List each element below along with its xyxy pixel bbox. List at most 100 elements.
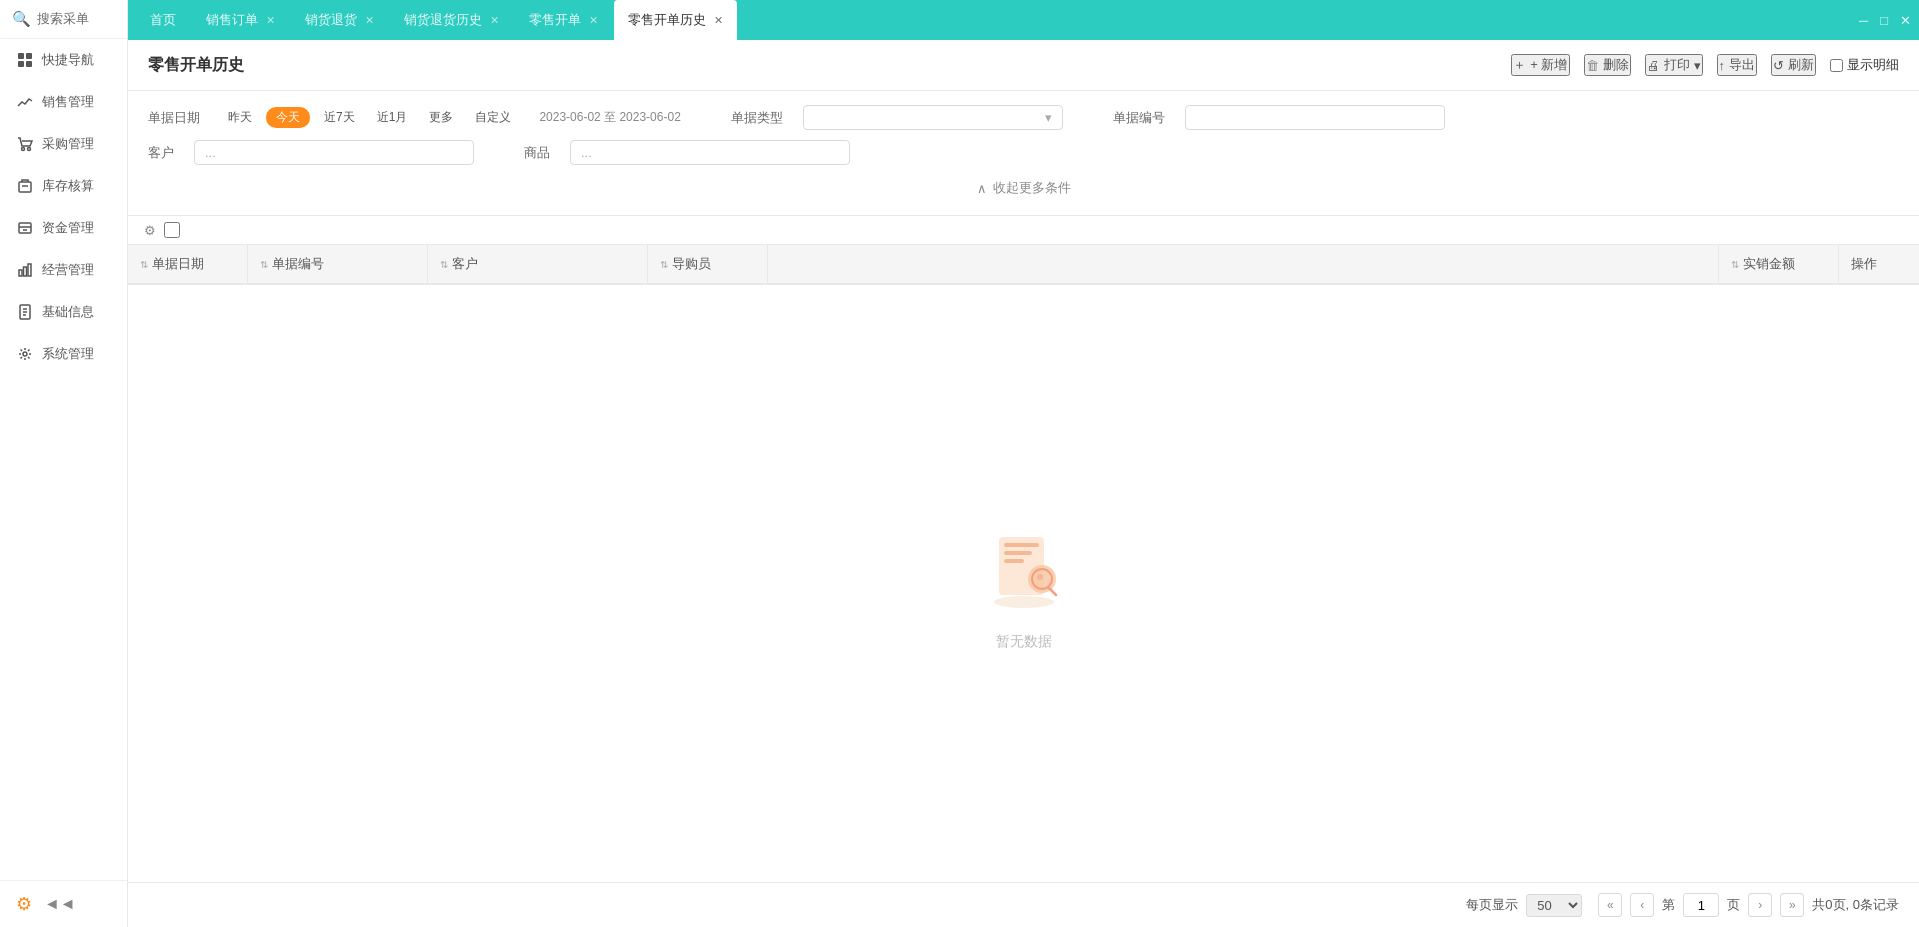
date-btn-today[interactable]: 今天	[266, 107, 310, 128]
th-amount[interactable]: ⇅ 实销金额	[1719, 245, 1839, 283]
per-page-label: 每页显示	[1466, 896, 1518, 914]
export-button[interactable]: ↑ 导出	[1717, 54, 1758, 76]
page-label-pre: 第	[1662, 896, 1675, 914]
collapse-label: 收起更多条件	[993, 179, 1071, 197]
per-page-select[interactable]: 50 10 20 100	[1526, 894, 1582, 917]
doc-type-select[interactable]: ▾	[803, 105, 1063, 130]
next-page-btn[interactable]: ›	[1748, 893, 1772, 917]
sidebar-item-finance[interactable]: 资金管理	[0, 207, 127, 249]
sidebar-item-operations[interactable]: 经营管理	[0, 249, 127, 291]
th-amount-label: 实销金额	[1743, 255, 1795, 273]
doc-num-input[interactable]	[1185, 105, 1445, 130]
tab-sales-return-close[interactable]: ✕	[365, 14, 374, 27]
sidebar-item-label: 销售管理	[42, 93, 94, 111]
date-btn-more[interactable]: 更多	[421, 107, 461, 128]
sidebar-item-label: 采购管理	[42, 135, 94, 153]
tab-home[interactable]: 首页	[136, 0, 190, 40]
main-area: 首页 销售订单 ✕ 销货退货 ✕ 销货退货历史 ✕ 零售开单 ✕ 零售开单历史 …	[128, 0, 1919, 927]
window-close-btn[interactable]: ✕	[1900, 13, 1911, 28]
svg-rect-23	[1004, 559, 1024, 563]
th-guide-sort: ⇅	[660, 259, 668, 270]
date-btn-1month[interactable]: 近1月	[369, 107, 416, 128]
goods-input[interactable]: ...	[570, 140, 850, 165]
operations-icon	[16, 261, 34, 279]
svg-point-4	[22, 148, 25, 151]
page-number-input[interactable]	[1683, 893, 1719, 917]
sidebar-search[interactable]: 🔍 搜索采单	[0, 0, 127, 39]
th-guide[interactable]: ⇅ 导购员	[648, 245, 768, 283]
sidebar-item-quick-nav[interactable]: 快捷导航	[0, 39, 127, 81]
th-date-sort: ⇅	[140, 259, 148, 270]
doc-num-label: 单据编号	[1113, 109, 1165, 127]
date-btn-7days[interactable]: 近7天	[316, 107, 363, 128]
sidebar-item-label: 资金管理	[42, 219, 94, 237]
page-label-post: 页	[1727, 896, 1740, 914]
tab-retail-open[interactable]: 零售开单 ✕	[515, 0, 612, 40]
last-page-btn[interactable]: »	[1780, 893, 1804, 917]
th-amount-sort: ⇅	[1731, 259, 1739, 270]
tab-sales-order-close[interactable]: ✕	[266, 14, 275, 27]
tab-sales-order[interactable]: 销售订单 ✕	[192, 0, 289, 40]
header-actions: ＋ + 新增 🗑 删除 🖨 打印 ▾ ↑ 导出 ↺ 刷新 显示	[1511, 54, 1899, 76]
sidebar-item-basic-info[interactable]: 基础信息	[0, 291, 127, 333]
collapse-sidebar-icon[interactable]: ◄◄	[44, 895, 76, 913]
th-num[interactable]: ⇅ 单据编号	[248, 245, 428, 283]
customer-placeholder: ...	[205, 145, 216, 160]
window-max-btn[interactable]: □	[1880, 13, 1888, 28]
print-icon: 🖨	[1647, 58, 1660, 73]
collapse-filter-btn[interactable]: ∧ 收起更多条件	[148, 175, 1899, 201]
tab-retail-history[interactable]: 零售开单历史 ✕	[614, 0, 737, 40]
tab-retail-open-close[interactable]: ✕	[589, 14, 598, 27]
filter-dates: 昨天 今天 近7天 近1月 更多 自定义	[220, 107, 519, 128]
sidebar-item-purchase-mgmt[interactable]: 采购管理	[0, 123, 127, 165]
svg-rect-8	[19, 223, 31, 233]
export-icon: ↑	[1719, 58, 1726, 73]
prev-page-btn[interactable]: ‹	[1630, 893, 1654, 917]
th-op-label: 操作	[1851, 255, 1877, 273]
sidebar-item-sales-mgmt[interactable]: 销售管理	[0, 81, 127, 123]
sidebar-item-inventory[interactable]: 库存核算	[0, 165, 127, 207]
tab-sales-return[interactable]: 销货退货 ✕	[291, 0, 388, 40]
refresh-button[interactable]: ↺ 刷新	[1771, 54, 1816, 76]
pagination: 每页显示 50 10 20 100 « ‹ 第 页 › » 共0页, 0条记录	[128, 882, 1919, 927]
date-btn-yesterday[interactable]: 昨天	[220, 107, 260, 128]
svg-rect-11	[19, 270, 22, 276]
filter-row-1: 单据日期 昨天 今天 近7天 近1月 更多 自定义 2023-06-02 至 2…	[148, 105, 1899, 130]
sidebar-item-sys-mgmt[interactable]: 系统管理	[0, 333, 127, 375]
window-min-btn[interactable]: ─	[1859, 13, 1868, 28]
doc-type-label: 单据类型	[731, 109, 783, 127]
svg-rect-12	[24, 267, 27, 276]
svg-rect-3	[26, 61, 32, 67]
th-customer-sort: ⇅	[440, 259, 448, 270]
date-btn-custom[interactable]: 自定义	[467, 107, 519, 128]
display-detail-checkbox[interactable]	[1830, 59, 1843, 72]
first-page-btn[interactable]: «	[1598, 893, 1622, 917]
display-detail-label: 显示明细	[1847, 56, 1899, 74]
th-customer[interactable]: ⇅ 客户	[428, 245, 648, 283]
sidebar-search-label: 搜索采单	[37, 10, 89, 28]
th-num-label: 单据编号	[272, 255, 324, 273]
svg-rect-1	[26, 53, 32, 59]
th-op: 操作	[1839, 245, 1919, 283]
display-detail-checkbox-wrapper[interactable]: 显示明细	[1830, 56, 1899, 74]
empty-illustration	[974, 517, 1074, 617]
purchase-mgmt-icon	[16, 135, 34, 153]
tab-sales-return-history[interactable]: 销货退货历史 ✕	[390, 0, 513, 40]
empty-area: 暂无数据	[128, 285, 1919, 882]
settings-bottom-icon[interactable]: ⚙	[16, 893, 32, 915]
tab-sales-return-history-close[interactable]: ✕	[490, 14, 499, 27]
th-date[interactable]: ⇅ 单据日期	[128, 245, 248, 283]
sidebar-bottom: ⚙ ◄◄	[0, 880, 127, 927]
th-guide-label: 导购员	[672, 255, 711, 273]
delete-button[interactable]: 🗑 删除	[1584, 54, 1631, 76]
table-settings-icon[interactable]: ⚙	[144, 223, 156, 238]
customer-input[interactable]: ...	[194, 140, 474, 165]
total-info: 共0页, 0条记录	[1812, 896, 1899, 914]
svg-rect-22	[1004, 551, 1032, 555]
add-button[interactable]: ＋ + 新增	[1511, 54, 1569, 76]
print-button[interactable]: 🖨 打印 ▾	[1645, 54, 1703, 76]
select-all-checkbox[interactable]	[164, 222, 180, 238]
svg-point-27	[1037, 574, 1043, 580]
table-toolbar: ⚙	[128, 216, 1919, 245]
tab-retail-history-close[interactable]: ✕	[714, 14, 723, 27]
